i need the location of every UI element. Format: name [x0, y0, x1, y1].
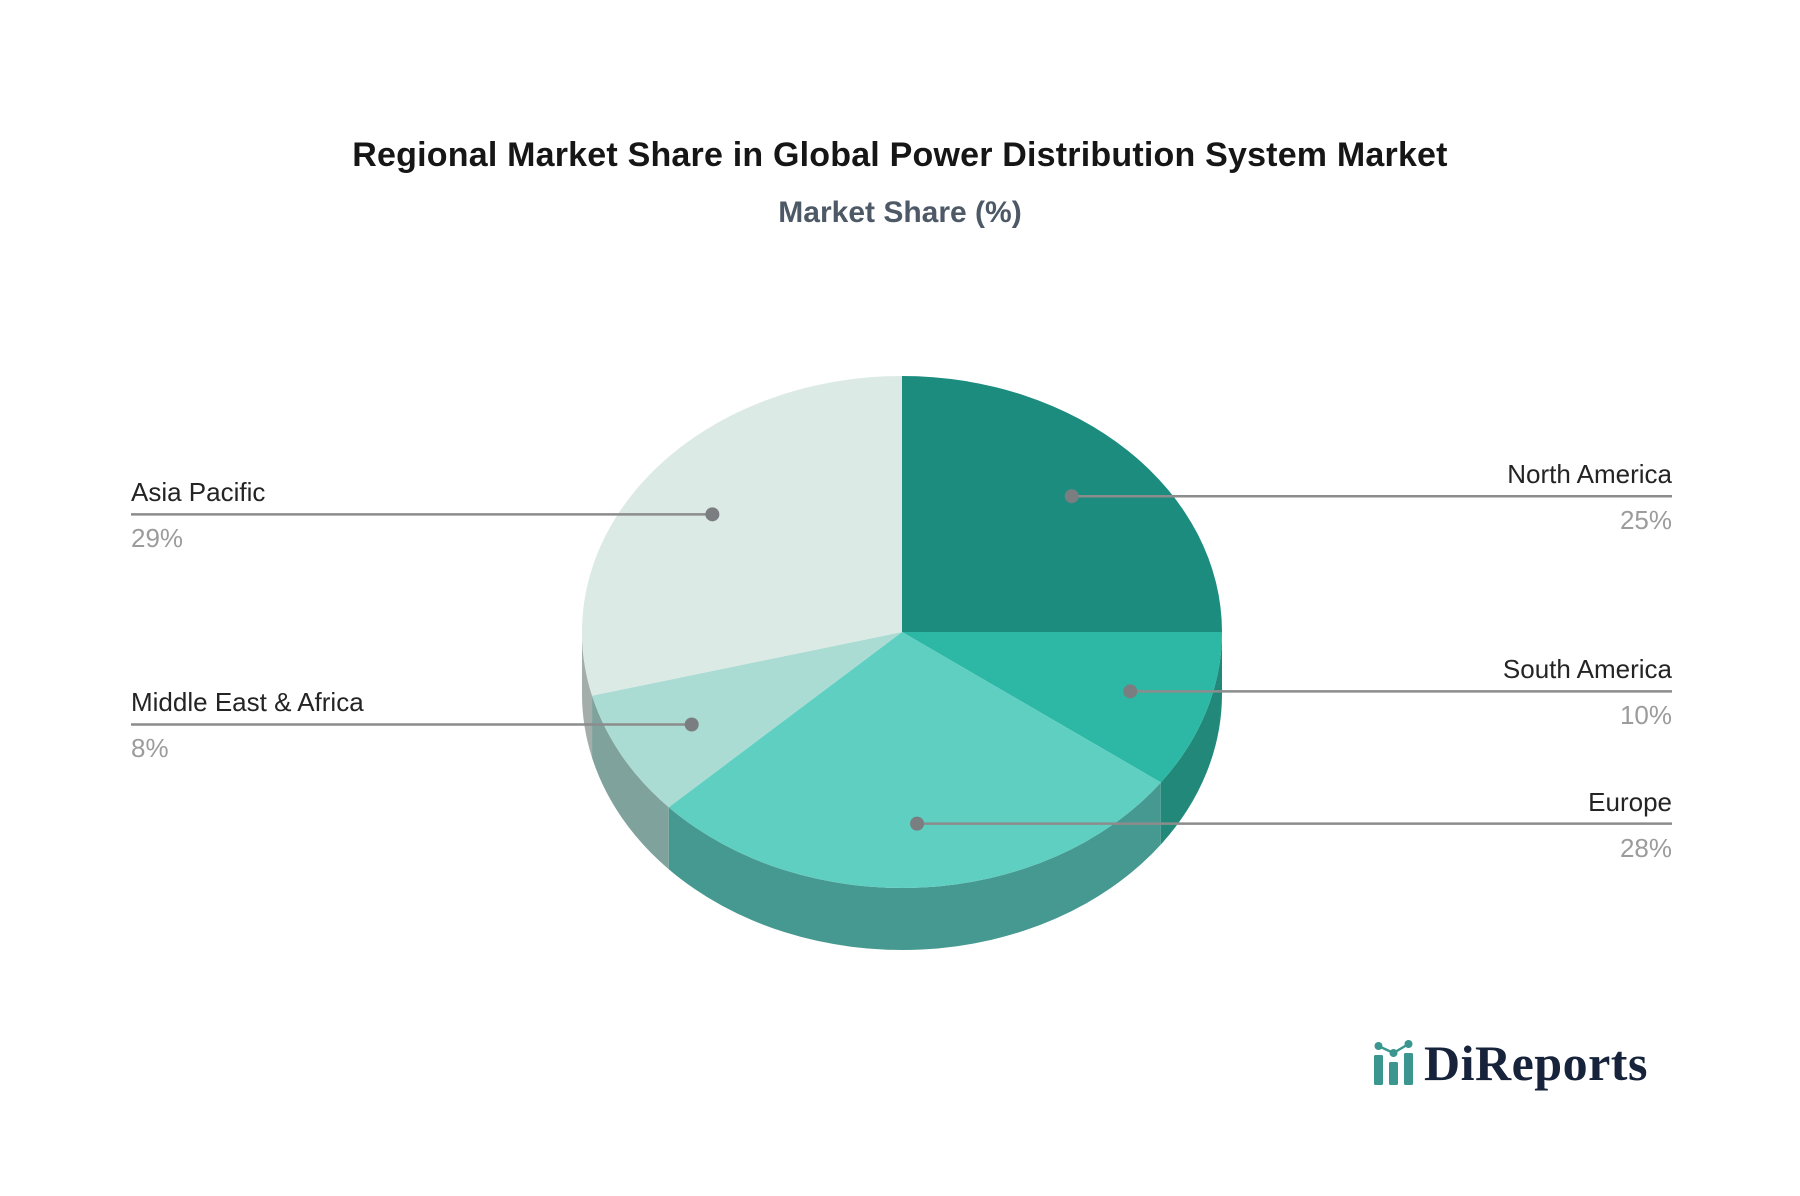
- pie-chart: [131, 376, 1672, 951]
- logo-text: DiReports: [1424, 1035, 1648, 1091]
- logo-bar-chart-icon: [1374, 1040, 1413, 1085]
- chart-title: Regional Market Share in Global Power Di…: [352, 136, 1448, 174]
- direports-logo: DiReports: [1372, 1038, 1648, 1088]
- chart-subtitle: Market Share (%): [778, 196, 1022, 229]
- chart-page: Regional Market Share in Global Power Di…: [0, 0, 1800, 1196]
